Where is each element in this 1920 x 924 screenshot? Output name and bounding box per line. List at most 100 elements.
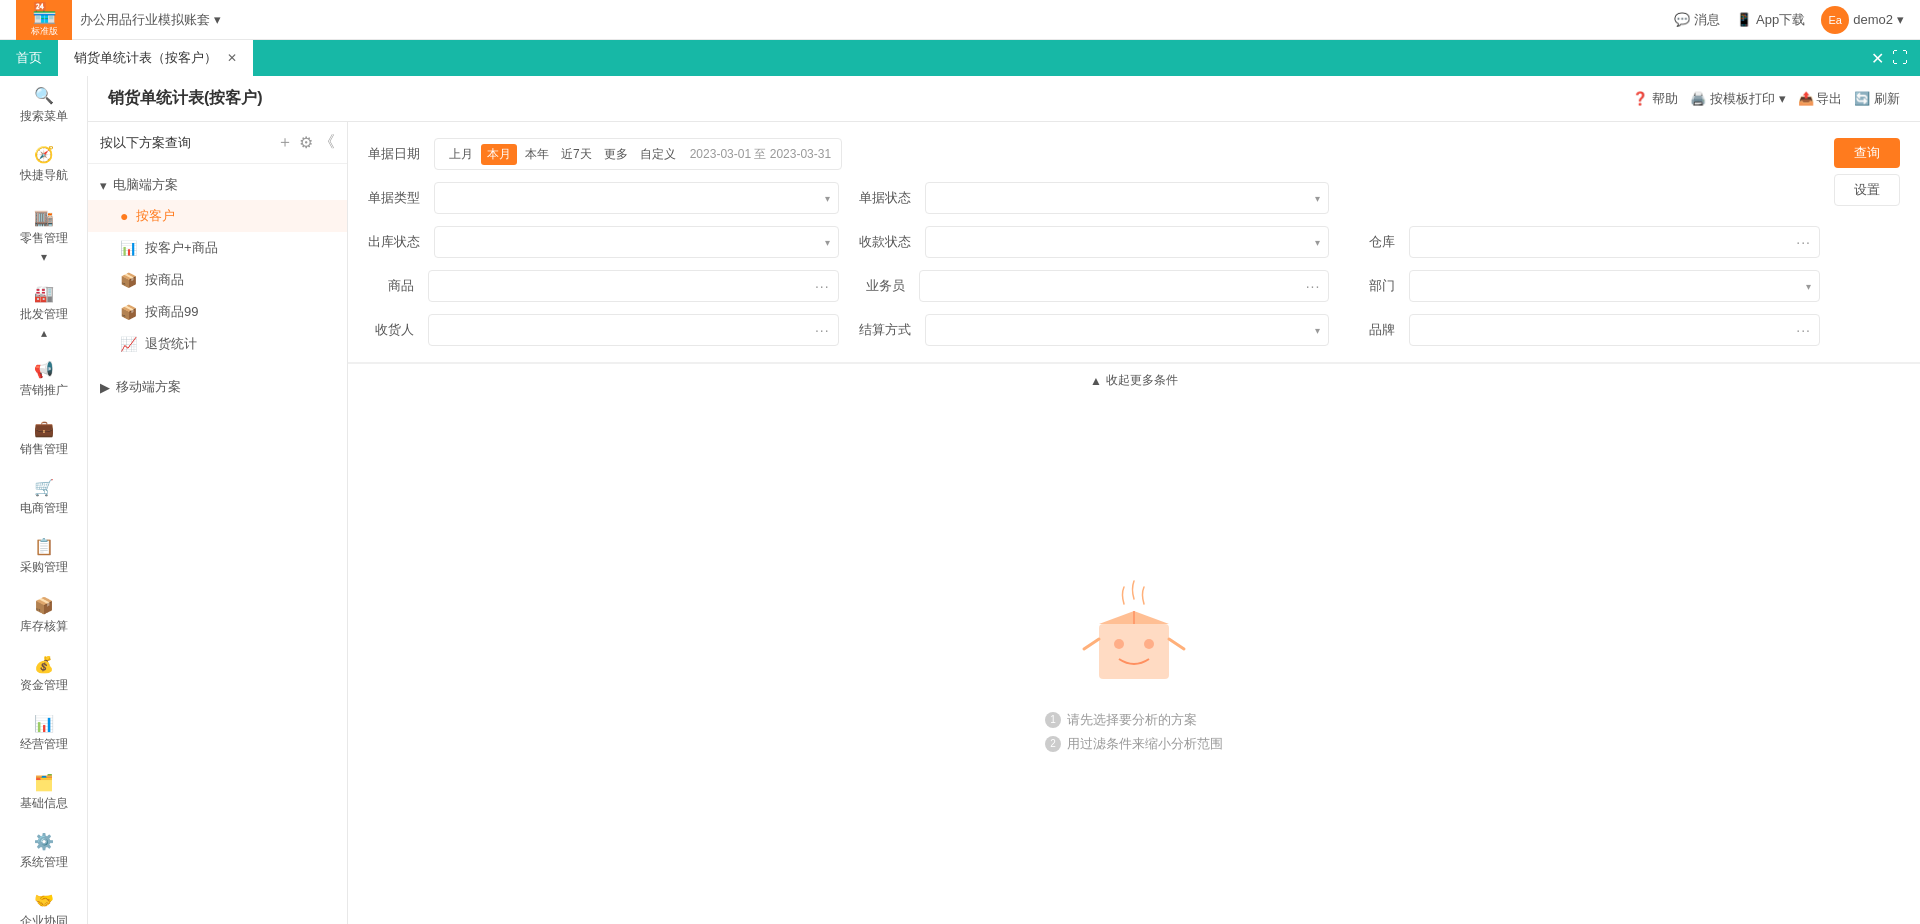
- date-tab-custom[interactable]: 自定义: [636, 144, 680, 165]
- logo[interactable]: 🏪 标准版: [16, 0, 72, 40]
- brand-control[interactable]: ···: [1409, 314, 1820, 346]
- message-btn[interactable]: 💬 消息: [1674, 11, 1720, 29]
- date-tab-this-year[interactable]: 本年: [521, 144, 553, 165]
- tab-home-label: 首页: [16, 49, 42, 67]
- filter-item-payment: 结算方式 ▾: [859, 314, 1330, 346]
- sidebar-item-sales[interactable]: 💼 销售管理: [0, 409, 87, 468]
- app-title[interactable]: 办公用品行业模拟账套 ▾: [80, 11, 221, 29]
- logo-text: 标准版: [31, 25, 58, 38]
- maximize-window-icon[interactable]: ⛶: [1892, 49, 1908, 67]
- filter-item-dept: 部门 ▾: [1349, 270, 1820, 302]
- out-status-control[interactable]: ▾: [434, 226, 839, 258]
- export-icon: 📤: [1798, 91, 1814, 106]
- receiver-control[interactable]: ···: [428, 314, 839, 346]
- page-actions: ❓ 帮助 🖨️ 按模板打印 ▾ 📤 导出 🔄 刷新: [1632, 90, 1900, 108]
- retail-arrow: ▾: [41, 250, 47, 264]
- panel: 按以下方案查询 ＋ ⚙ 《 ▾ 电脑端方案 ● 按客户: [88, 122, 1920, 924]
- sidebar-item-marketing[interactable]: 📢 营销推广: [0, 350, 87, 409]
- message-icon: 💬: [1674, 12, 1690, 27]
- tab-home[interactable]: 首页: [0, 40, 58, 76]
- refresh-btn[interactable]: 🔄 刷新: [1854, 90, 1900, 108]
- empty-tips: 1 请先选择要分析的方案 2 用过滤条件来缩小分析范围: [1045, 711, 1223, 753]
- system-icon: ⚙️: [34, 832, 54, 851]
- sidebar-item-wholesale[interactable]: 🏭 批发管理 ▴: [0, 274, 87, 350]
- salesman-control[interactable]: ···: [919, 270, 1330, 302]
- message-label: 消息: [1694, 11, 1720, 29]
- type-control[interactable]: ▾: [434, 182, 839, 214]
- template-print-btn[interactable]: 🖨️ 按模板打印 ▾: [1690, 90, 1786, 108]
- base-icon: 🗂️: [34, 773, 54, 792]
- query-btn[interactable]: 查询: [1834, 138, 1900, 168]
- date-tab-more[interactable]: 更多: [600, 144, 632, 165]
- sidebar-item-purchase-label: 采购管理: [20, 559, 68, 576]
- empty-tip-2-text: 用过滤条件来缩小分析范围: [1067, 735, 1223, 753]
- settings-btn[interactable]: 设置: [1834, 174, 1900, 206]
- scheme-item-by-customer-goods[interactable]: 📊 按客户+商品: [88, 232, 347, 264]
- help-btn[interactable]: ❓ 帮助: [1632, 90, 1678, 108]
- sidebar-item-cooperation-label: 企业协同: [20, 913, 68, 924]
- collect-status-control[interactable]: ▾: [925, 226, 1330, 258]
- dept-control[interactable]: ▾: [1409, 270, 1820, 302]
- nav-icon: 🧭: [34, 145, 54, 164]
- help-icon: ❓: [1632, 91, 1648, 106]
- collapse-label: 收起更多条件: [1106, 372, 1178, 389]
- sidebar-item-retail[interactable]: 🏬 零售管理 ▾: [0, 198, 87, 274]
- window-controls: ✕ ⛶: [1871, 40, 1920, 76]
- scheme-group-mobile-header[interactable]: ▶ 移动端方案: [88, 372, 347, 402]
- by-customer-icon: ●: [120, 208, 128, 224]
- sidebar-item-ecommerce[interactable]: 🛒 电商管理: [0, 468, 87, 527]
- scheme-group-mobile-arrow: ▶: [100, 380, 110, 395]
- goods-control[interactable]: ···: [428, 270, 839, 302]
- main-area: 🔍 搜索菜单 🧭 快捷导航 🏬 零售管理 ▾ 🏭 批发管理 ▴ 📢 营销推广 💼…: [0, 76, 1920, 924]
- scheme-group-mobile: ▶ 移动端方案: [88, 366, 347, 408]
- sidebar-item-system[interactable]: ⚙️ 系统管理: [0, 822, 87, 881]
- status-control[interactable]: ▾: [925, 182, 1330, 214]
- payment-control[interactable]: ▾: [925, 314, 1330, 346]
- app-title-text: 办公用品行业模拟账套: [80, 11, 210, 29]
- sidebar-item-sales-label: 销售管理: [20, 441, 68, 458]
- sidebar-item-cooperation[interactable]: 🤝 企业协同: [0, 881, 87, 924]
- scheme-item-by-goods-99[interactable]: 📦 按商品99: [88, 296, 347, 328]
- scheme-settings-btn[interactable]: ⚙: [299, 133, 313, 152]
- date-tab-this-month[interactable]: 本月: [481, 144, 517, 165]
- tab-sales-stat-label: 销货单统计表（按客户）: [74, 49, 217, 67]
- status-arrow: ▾: [1315, 193, 1320, 204]
- app-title-dropdown-icon: ▾: [214, 12, 221, 27]
- sidebar-item-operations[interactable]: 📊 经营管理: [0, 704, 87, 763]
- collapse-row[interactable]: ▲ 收起更多条件: [348, 363, 1920, 397]
- tab-sales-stat[interactable]: 销货单统计表（按客户） ✕: [58, 40, 253, 76]
- user-menu[interactable]: Ea demo2 ▾: [1821, 6, 1904, 34]
- sidebar-item-purchase[interactable]: 📋 采购管理: [0, 527, 87, 586]
- scheme-item-by-goods[interactable]: 📦 按商品: [88, 264, 347, 296]
- warehouse-dots: ···: [1796, 234, 1811, 250]
- scheme-item-by-customer[interactable]: ● 按客户: [88, 200, 347, 232]
- empty-illustration: [1069, 569, 1199, 699]
- scheme-item-return-stat[interactable]: 📈 退货统计: [88, 328, 347, 360]
- by-goods-99-icon: 📦: [120, 304, 137, 320]
- app-download-btn[interactable]: 📱 App下载: [1736, 11, 1805, 29]
- sidebar-item-inventory[interactable]: 📦 库存核算: [0, 586, 87, 645]
- svg-rect-0: [1099, 624, 1169, 679]
- content-area: 销货单统计表(按客户) ❓ 帮助 🖨️ 按模板打印 ▾ 📤 导出 🔄 刷新: [88, 76, 1920, 924]
- query-buttons: 查询 设置: [1834, 138, 1900, 206]
- sidebar-item-base[interactable]: 🗂️ 基础信息: [0, 763, 87, 822]
- scheme-group-desktop-header[interactable]: ▾ 电脑端方案: [88, 170, 347, 200]
- export-btn[interactable]: 📤 导出: [1798, 90, 1842, 108]
- date-tab-last-month[interactable]: 上月: [445, 144, 477, 165]
- sidebar-item-system-label: 系统管理: [20, 854, 68, 871]
- sales-icon: 💼: [34, 419, 54, 438]
- sidebar-item-search[interactable]: 🔍 搜索菜单: [0, 76, 87, 135]
- tab-sales-stat-close[interactable]: ✕: [227, 51, 237, 65]
- close-window-icon[interactable]: ✕: [1871, 49, 1884, 68]
- collect-status-label: 收款状态: [859, 233, 917, 251]
- sidebar-item-ecommerce-label: 电商管理: [20, 500, 68, 517]
- scheme-add-btn[interactable]: ＋: [277, 132, 293, 153]
- scheme-collapse-btn[interactable]: 《: [319, 132, 335, 153]
- date-control[interactable]: 上月 本月 本年 近7天 更多 自定义 2023-03-01 至 2023-03…: [434, 138, 842, 170]
- scheme-item-return-stat-label: 退货统计: [145, 335, 197, 353]
- warehouse-control[interactable]: ···: [1409, 226, 1820, 258]
- sidebar-item-finance[interactable]: 💰 资金管理: [0, 645, 87, 704]
- sidebar-item-nav[interactable]: 🧭 快捷导航: [0, 135, 87, 194]
- date-tab-last-7[interactable]: 近7天: [557, 144, 596, 165]
- sidebar-item-inventory-label: 库存核算: [20, 618, 68, 635]
